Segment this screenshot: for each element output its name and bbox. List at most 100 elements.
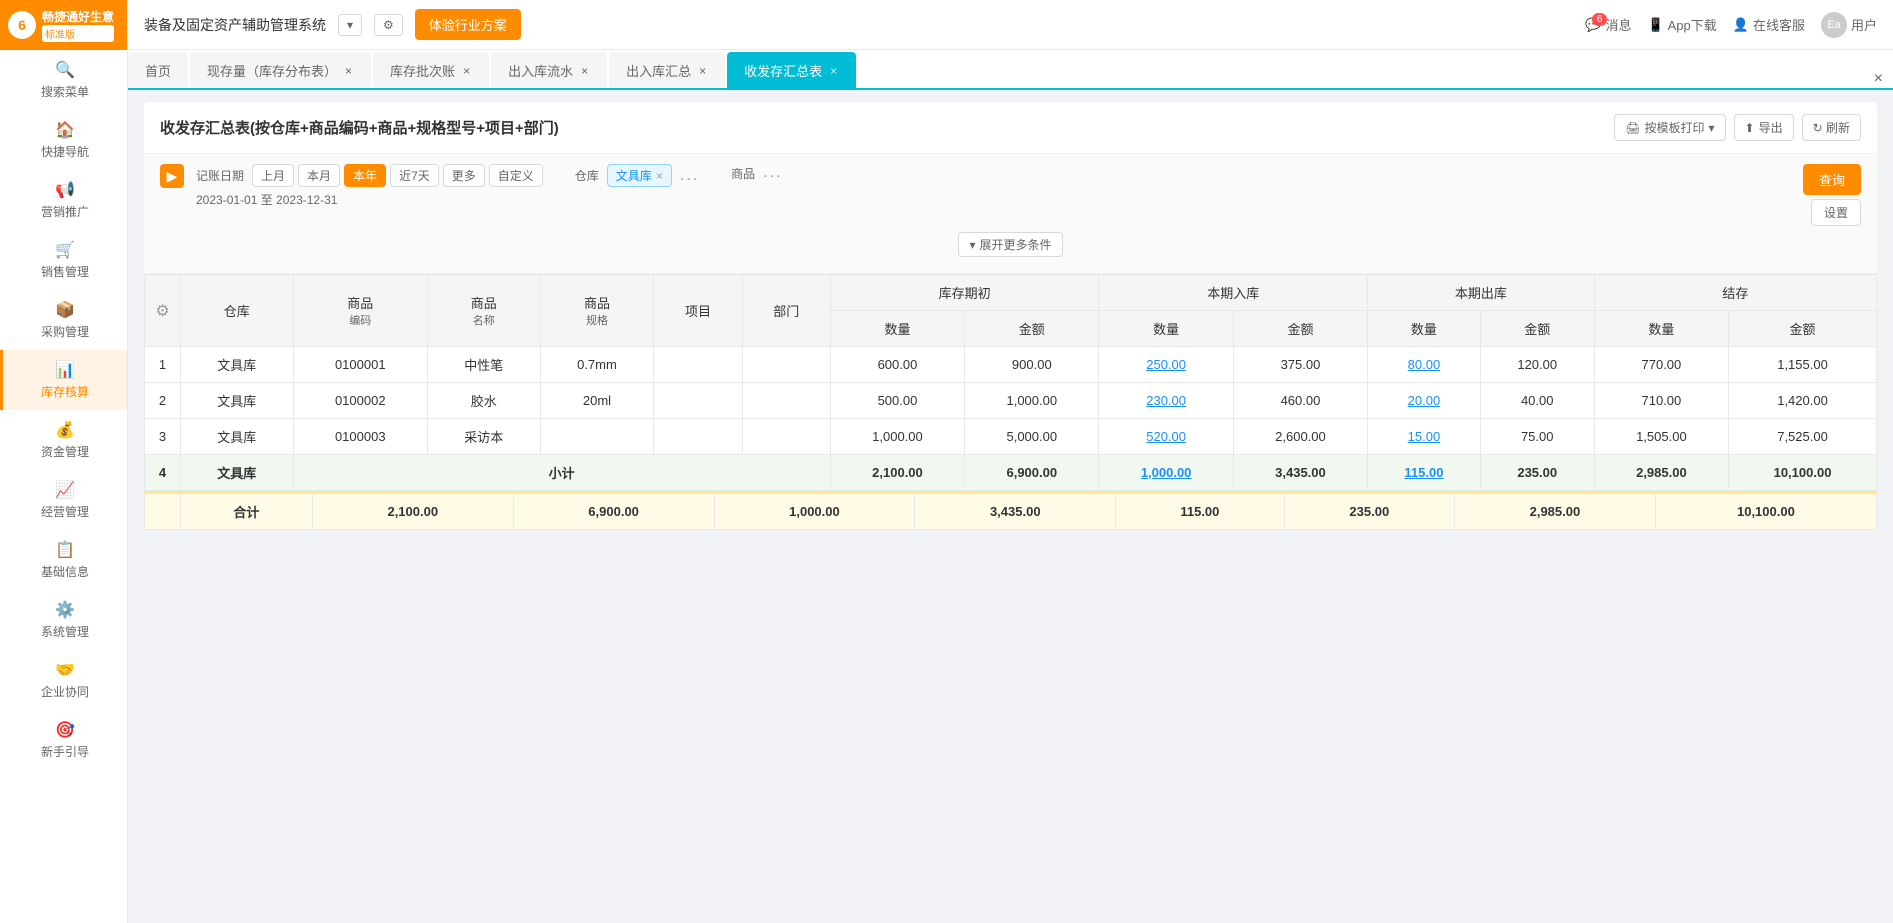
guide-icon: 🎯 — [55, 720, 75, 740]
in-amt-cell: 460.00 — [1233, 383, 1367, 419]
tab-stock-dist[interactable]: 现存量（库存分布表） × — [190, 52, 371, 88]
tab-close-stock-dist[interactable]: × — [343, 64, 354, 78]
sub-in-qty[interactable]: 1,000.00 — [1099, 455, 1233, 491]
dept-cell — [742, 347, 830, 383]
sidebar-menu: 🔍 搜索菜单 🏠 快捷导航 📢 营销推广 🛒 销售管理 📦 采购管理 📊 库存核… — [0, 50, 127, 923]
project-cell — [654, 419, 742, 455]
in-amt-cell: 2,600.00 — [1233, 419, 1367, 455]
filter-toggle-btn[interactable]: ▶ — [160, 164, 184, 188]
warehouse-tag[interactable]: 文具库 × — [607, 164, 672, 187]
date-btn-7days[interactable]: 近7天 — [390, 164, 439, 187]
sidebar-item-quick[interactable]: 🏠 快捷导航 — [0, 110, 127, 170]
page-card: 收发存汇总表(按仓库+商品编码+商品+规格型号+项目+部门) 🖨 按模板打印 ▾… — [144, 102, 1877, 530]
date-btn-more[interactable]: 更多 — [443, 164, 485, 187]
warehouse-more-btn[interactable]: ... — [680, 167, 699, 185]
warehouse-remove-btn[interactable]: × — [656, 169, 663, 183]
total-row: 合计 2,100.00 6,900.00 1,000.00 3,435.00 1… — [145, 494, 1877, 530]
sub-out-qty[interactable]: 115.00 — [1368, 455, 1481, 491]
topbar: 装备及固定资产辅助管理系统 ▾ ⚙ 体验行业方案 💬 6 消息 📱 App下载 … — [128, 0, 1893, 50]
gear-btn[interactable]: ⚙ — [155, 301, 169, 321]
out-qty-cell[interactable]: 80.00 — [1368, 347, 1481, 383]
goods-more-btn[interactable]: ... — [763, 164, 782, 182]
tab-recv-send[interactable]: 收发存汇总表 × — [727, 52, 856, 88]
message-btn[interactable]: 💬 6 消息 — [1585, 15, 1631, 34]
sidebar-item-basic[interactable]: 📋 基础信息 — [0, 530, 127, 590]
tab-close-flow[interactable]: × — [579, 64, 590, 78]
date-btn-custom[interactable]: 自定义 — [489, 164, 543, 187]
print-btn[interactable]: 🖨 按模板打印 ▾ — [1614, 114, 1725, 141]
sidebar-item-purchase[interactable]: 📦 采购管理 — [0, 290, 127, 350]
name-cell: 采访本 — [427, 419, 540, 455]
tab-batch[interactable]: 库存批次账 × — [373, 52, 489, 88]
sidebar-item-inventory[interactable]: 📊 库存核算 — [0, 350, 127, 410]
date-filter-group: 记账日期 上月 本月 本年 近7天 更多 自定义 2023-01-01 至 20… — [196, 164, 543, 208]
online-service-btn[interactable]: 👤 在线客服 — [1733, 15, 1805, 34]
date-btn-this-month[interactable]: 本月 — [298, 164, 340, 187]
close-all-tabs-btn[interactable]: × — [1872, 70, 1885, 88]
settings-btn[interactable]: ⚙ — [374, 14, 403, 36]
col-in-header: 本期入库 — [1099, 275, 1368, 311]
total-in-amt: 3,435.00 — [915, 494, 1116, 530]
table-row: 2 文具库 0100002 胶水 20ml 500.00 1,000.00 23… — [145, 383, 1877, 419]
sidebar-item-collab[interactable]: 🤝 企业协同 — [0, 650, 127, 710]
sub-bal-amt: 10,100.00 — [1729, 455, 1877, 491]
sub-label: 小计 — [293, 455, 830, 491]
col-settings[interactable]: ⚙ — [145, 275, 181, 347]
tab-home[interactable]: 首页 — [128, 52, 188, 88]
sidebar-item-sales[interactable]: 🛒 销售管理 — [0, 230, 127, 290]
expand-filter-btn[interactable]: ▾ 展开更多条件 — [958, 232, 1062, 257]
sidebar-item-guide[interactable]: 🎯 新手引导 — [0, 710, 127, 770]
col-bal-amt-header: 金额 — [1729, 311, 1877, 347]
system-dropdown-btn[interactable]: ▾ — [338, 14, 362, 36]
project-cell — [654, 383, 742, 419]
goods-filter: 商品 ... — [731, 164, 782, 182]
bal-qty-cell: 710.00 — [1594, 383, 1728, 419]
col-out-qty-header: 数量 — [1368, 311, 1481, 347]
warehouse-cell: 文具库 — [181, 383, 294, 419]
sidebar-item-finance[interactable]: 💰 资金管理 — [0, 410, 127, 470]
sub-open-amt: 6,900.00 — [965, 455, 1099, 491]
col-out-header: 本期出库 — [1368, 275, 1595, 311]
setting-btn[interactable]: 设置 — [1811, 199, 1861, 226]
sidebar-item-system[interactable]: ⚙️ 系统管理 — [0, 590, 127, 650]
tab-close-batch[interactable]: × — [461, 64, 472, 78]
total-label: 合计 — [181, 494, 313, 530]
refresh-icon: ↻ — [1813, 121, 1823, 135]
sidebar-item-search[interactable]: 🔍 搜索菜单 — [0, 50, 127, 110]
seq-cell: 2 — [145, 383, 181, 419]
total-bal-amt: 10,100.00 — [1655, 494, 1876, 530]
name-cell: 胶水 — [427, 383, 540, 419]
total-bal-qty: 2,985.00 — [1455, 494, 1656, 530]
tab-close-recv-send[interactable]: × — [828, 64, 839, 78]
sidebar-item-operation[interactable]: 📈 经营管理 — [0, 470, 127, 530]
user-btn[interactable]: Ea 用户 — [1821, 12, 1877, 38]
logo-text: 畅捷通好生意 标准版 — [42, 8, 114, 42]
subtotal-row: 4 文具库 小计 2,100.00 6,900.00 1,000.00 3,43… — [145, 455, 1877, 491]
out-qty-cell[interactable]: 15.00 — [1368, 419, 1481, 455]
col-warehouse-header: 仓库 — [181, 275, 294, 347]
total-out-qty: 115.00 — [1116, 494, 1284, 530]
app-download-btn[interactable]: 📱 App下载 — [1647, 15, 1716, 34]
page-actions: 🖨 按模板打印 ▾ ⬆ 导出 ↻ 刷新 — [1614, 114, 1861, 141]
tabs-bar: 首页 现存量（库存分布表） × 库存批次账 × 出入库流水 × 出入库汇总 × … — [128, 50, 1893, 90]
avatar: Ea — [1821, 12, 1847, 38]
trial-btn[interactable]: 体验行业方案 — [415, 9, 521, 40]
total-footer: 合计 2,100.00 6,900.00 1,000.00 3,435.00 1… — [144, 491, 1877, 530]
query-btn[interactable]: 查询 — [1803, 164, 1861, 195]
tab-flow[interactable]: 出入库流水 × — [491, 52, 607, 88]
in-qty-cell[interactable]: 250.00 — [1099, 347, 1233, 383]
total-in-qty: 1,000.00 — [714, 494, 915, 530]
tab-summary[interactable]: 出入库汇总 × — [609, 52, 725, 88]
col-open-qty-header: 数量 — [830, 311, 964, 347]
in-qty-cell[interactable]: 230.00 — [1099, 383, 1233, 419]
date-btn-last-month[interactable]: 上月 — [252, 164, 294, 187]
seq-cell: 1 — [145, 347, 181, 383]
sidebar-item-marketing[interactable]: 📢 营销推广 — [0, 170, 127, 230]
in-qty-cell[interactable]: 520.00 — [1099, 419, 1233, 455]
export-btn[interactable]: ⬆ 导出 — [1734, 114, 1794, 141]
refresh-btn[interactable]: ↻ 刷新 — [1802, 114, 1861, 141]
out-qty-cell[interactable]: 20.00 — [1368, 383, 1481, 419]
tab-close-summary[interactable]: × — [697, 64, 708, 78]
chevron-down-icon: ▾ — [1708, 121, 1714, 135]
date-btn-this-year[interactable]: 本年 — [344, 164, 386, 187]
